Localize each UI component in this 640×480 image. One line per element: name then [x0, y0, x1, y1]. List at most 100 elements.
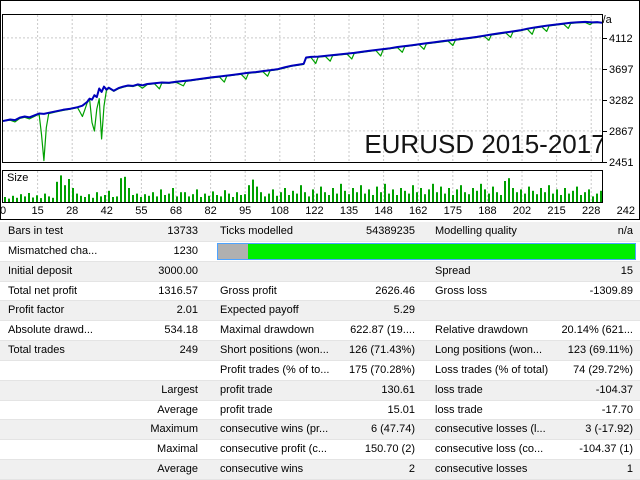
- table-row: Average profit trade 15.01 loss trade -17.70: [0, 400, 640, 421]
- x-axis-label: 0: [0, 205, 7, 217]
- y-axis-label: 3697: [609, 63, 634, 76]
- size-subchart: Size: [2, 170, 603, 203]
- x-axis-label: 135: [339, 205, 359, 217]
- size-subchart-label: Size: [7, 172, 29, 184]
- cell-value: Average: [157, 463, 198, 476]
- x-axis-label: 42: [100, 205, 113, 217]
- cell-label: profit trade: [220, 403, 273, 416]
- cell-value: -1309.89: [589, 284, 633, 297]
- y-axis-tick: [603, 99, 607, 101]
- table-row: Total trades 249 Short positions (won... 12…: [0, 341, 640, 361]
- cell-value: [545, 301, 633, 320]
- strategy-tester-report: Balance / Equity / Every tick (the most …: [0, 0, 640, 480]
- cell-value: -17.70: [601, 403, 633, 416]
- cell-value: 54389235: [366, 225, 415, 237]
- cell-value: n/a: [617, 225, 633, 237]
- cell-value: 3000.00: [158, 264, 198, 277]
- y-axis-tick: [603, 37, 607, 39]
- cell-value: 2.01: [176, 304, 198, 317]
- y-axis-tick: [603, 68, 607, 70]
- cell-value: 74 (29.72%): [573, 363, 633, 376]
- x-axis-label: 188: [478, 205, 497, 217]
- cell-value: 534.18: [164, 324, 198, 337]
- x-axis-label: 95: [239, 205, 252, 217]
- cell-label: Expected payoff: [220, 304, 299, 317]
- chart-canvas: EURUSD 2015-2017: [3, 15, 602, 162]
- cell-value: Maximal: [157, 443, 198, 456]
- table-row: Profit factor 2.01 Expected payoff 5.29: [0, 301, 640, 322]
- cell-value: 1: [626, 463, 633, 476]
- table-row: Absolute drawd... 534.18 Maximal drawdown 6…: [0, 321, 640, 342]
- modelling-quality-progress-bar: [217, 242, 636, 260]
- cell-value: [60, 361, 198, 380]
- cell-value: 1316.57: [158, 284, 198, 297]
- table-row: Largest profit trade 130.61 loss trade -104.…: [0, 380, 640, 401]
- size-bars: [4, 175, 602, 202]
- cell-value: 3 (-17.92): [585, 423, 633, 436]
- y-axis-label: 2451: [609, 157, 634, 169]
- cell-label: [220, 262, 348, 281]
- x-axis-label: 122: [305, 205, 324, 217]
- x-axis-label: 215: [547, 205, 566, 217]
- cell-value: 20.14% (621...: [561, 324, 633, 337]
- cell-label: Maximal drawdown: [220, 324, 315, 337]
- cell-value: 622.87 (19....: [350, 324, 415, 337]
- cell-value: 6 (47.74): [370, 423, 415, 436]
- table-row: Profit trades (% of to... 175 (70.28%) Los…: [0, 360, 640, 381]
- progress-green-segment: [248, 243, 635, 259]
- table-row: Bars in test 13733 Ticks modelled 54389235 M…: [0, 222, 640, 242]
- cell-value: 15.01: [387, 403, 415, 416]
- cell-value: Maximum: [150, 423, 198, 436]
- cell-value: -104.37 (1): [579, 443, 633, 456]
- cell-value: -104.37: [595, 383, 633, 396]
- cell-label: consecutive profit (c...: [220, 443, 327, 456]
- x-axis-label: 108: [270, 205, 289, 217]
- cell-value: 13733: [167, 225, 198, 237]
- cell-value: 2: [408, 463, 415, 476]
- cell-value: Average: [157, 403, 198, 416]
- cell-value: 15: [620, 264, 633, 277]
- cell-value: Largest: [161, 383, 198, 396]
- cell-value: 249: [179, 344, 198, 357]
- x-axis-label: 68: [169, 205, 183, 217]
- y-axis-label: 2867: [609, 125, 634, 138]
- cell-value: [348, 262, 415, 281]
- table-row: Average consecutive wins 2 consecutive loss…: [0, 460, 640, 480]
- progress-gray-segment: [218, 243, 248, 259]
- cell-value: 150.70 (2): [364, 443, 415, 456]
- x-axis-label: 162: [409, 205, 428, 217]
- y-axis-tick: [603, 162, 607, 163]
- x-axis-label: 15: [31, 205, 44, 217]
- balance-line: [3, 20, 602, 122]
- cell-label: Ticks modelled: [220, 225, 293, 237]
- cell-label: Gross profit: [220, 284, 277, 297]
- y-axis-label: 3282: [609, 94, 634, 107]
- table-row: Maximal consecutive profit (c... 150.70 (2…: [0, 440, 640, 461]
- table-row: Initial deposit 3000.00 Spread 15: [0, 261, 640, 282]
- cell-label: consecutive wins: [220, 463, 304, 476]
- cell-value: 175 (70.28%): [348, 363, 415, 376]
- x-axis-label: 82: [204, 205, 217, 217]
- table-row: Total net profit 1316.57 Gross profit 2626.…: [0, 281, 640, 302]
- x-axis-label: 148: [374, 205, 393, 217]
- table-row: Mismatched cha... 1230: [0, 241, 640, 262]
- cell-label: Short positions (won...: [220, 344, 329, 357]
- backtest-graph-block: Balance / Equity / Every tick (the most …: [0, 0, 640, 220]
- cell-value: 126 (71.43%): [348, 344, 415, 357]
- x-axis-label: 228: [582, 205, 601, 217]
- cell-value: 5.29: [393, 304, 415, 317]
- x-axis-label: 242: [616, 205, 635, 217]
- graph-title: Balance / Equity / Every tick (the most …: [4, 2, 611, 26]
- y-axis-label: 4112: [609, 32, 633, 45]
- x-axis-label: 55: [135, 205, 148, 217]
- x-axis-label: 28: [66, 205, 79, 217]
- cell-value: 1230: [173, 244, 198, 257]
- cell-label: consecutive wins (pr...: [220, 423, 329, 436]
- cell-value: 123 (69.11%): [567, 344, 633, 357]
- balance-equity-chart[interactable]: EURUSD 2015-2017: [2, 14, 603, 163]
- cell-value: 130.61: [381, 383, 415, 396]
- y-axis-tick: [603, 130, 607, 132]
- cell-label: Profit trades (% of to...: [220, 363, 330, 376]
- cell-value: 2626.46: [375, 284, 415, 297]
- x-axis-label: 175: [443, 205, 462, 217]
